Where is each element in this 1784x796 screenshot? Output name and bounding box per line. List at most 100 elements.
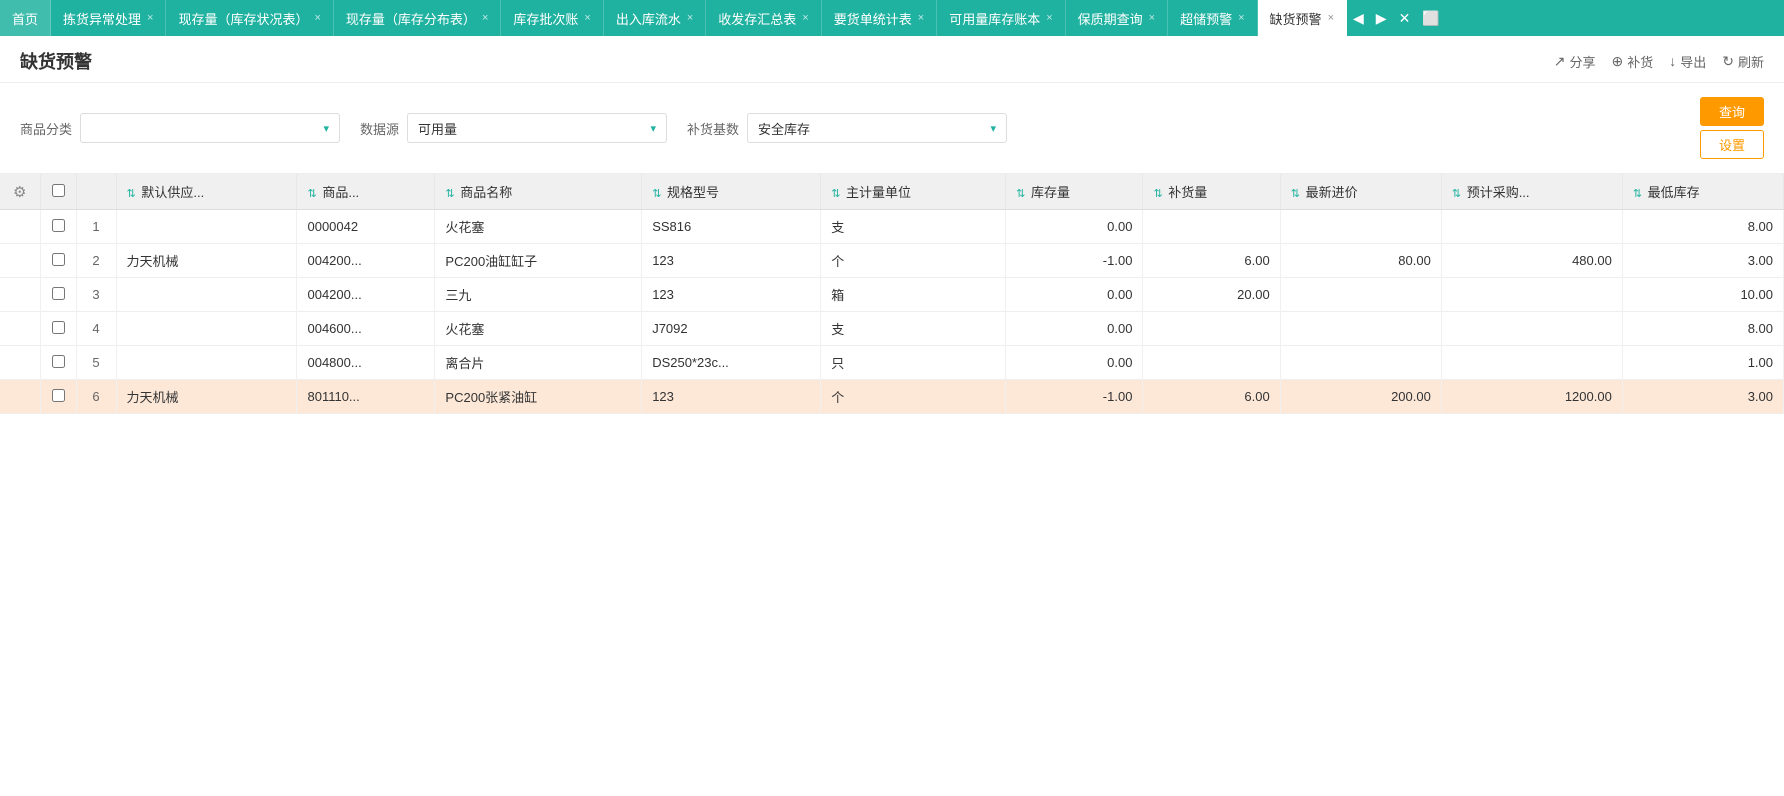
row-product-name-1: PC200油缸缸子 xyxy=(435,244,642,278)
tab-close-receipt[interactable]: × xyxy=(802,12,808,24)
tab-batch-account[interactable]: 库存批次账 × xyxy=(501,0,603,36)
row-checkbox-cell-4[interactable] xyxy=(40,346,76,380)
tab-close-available-ledger[interactable]: × xyxy=(1046,12,1052,24)
datasource-select[interactable]: 可用量 ▾ xyxy=(407,113,667,143)
tab-next-btn[interactable]: ▶ xyxy=(1370,0,1393,36)
row-gear-2 xyxy=(0,278,40,312)
category-label: 商品分类 xyxy=(20,119,72,138)
data-table: ⚙ ⇅ 默认供应... ⇅ 商品... ⇅ xyxy=(0,174,1784,414)
row-est-purchase-0 xyxy=(1441,210,1622,244)
row-min-inventory-1: 3.00 xyxy=(1622,244,1783,278)
tab-close-batch-account[interactable]: × xyxy=(584,12,590,24)
tab-close-flow[interactable]: × xyxy=(687,12,693,24)
row-min-inventory-3: 8.00 xyxy=(1622,312,1783,346)
th-replenish[interactable]: ⇅ 补货量 xyxy=(1143,174,1280,210)
tab-abnormal[interactable]: 拣货异常处理 × xyxy=(51,0,166,36)
row-checkbox-cell-0[interactable] xyxy=(40,210,76,244)
th-spec[interactable]: ⇅ 规格型号 xyxy=(642,174,821,210)
row-product-name-0: 火花塞 xyxy=(435,210,642,244)
tab-close-expiry[interactable]: × xyxy=(1149,12,1155,24)
tab-inventory-status[interactable]: 现存量（库存状况表） × xyxy=(166,0,333,36)
tab-inventory-dist[interactable]: 现存量（库存分布表） × xyxy=(334,0,501,36)
export-button[interactable]: ↓ 导出 xyxy=(1669,52,1706,71)
th-product-name[interactable]: ⇅ 商品名称 xyxy=(435,174,642,210)
row-spec-4: DS250*23c... xyxy=(642,346,821,380)
main-content: 缺货预警 ↗ 分享 ⊕ 补货 ↓ 导出 ↻ 刷新 商品分类 xyxy=(0,36,1784,796)
tab-flow[interactable]: 出入库流水 × xyxy=(604,0,706,36)
th-latest-price[interactable]: ⇅ 最新进价 xyxy=(1280,174,1441,210)
tab-close-overstock[interactable]: × xyxy=(1238,12,1244,24)
sort-icon-spec: ⇅ xyxy=(652,188,661,200)
tab-close-inventory-status[interactable]: × xyxy=(314,12,320,24)
tab-close-all-btn[interactable]: ✕ xyxy=(1393,0,1417,36)
row-min-inventory-2: 10.00 xyxy=(1622,278,1783,312)
row-product-code-4: 004800... xyxy=(297,346,435,380)
row-unit-4: 只 xyxy=(821,346,1006,380)
tab-close-shortage[interactable]: × xyxy=(1328,12,1334,24)
tab-order-stats[interactable]: 要货单统计表 × xyxy=(822,0,937,36)
tab-overstock[interactable]: 超储预警 × xyxy=(1168,0,1257,36)
table-row: 5 004800... 离合片 DS250*23c... 只 0.00 1.00 xyxy=(0,346,1784,380)
query-button[interactable]: 查询 xyxy=(1700,97,1764,126)
row-checkbox-cell-3[interactable] xyxy=(40,312,76,346)
replenish-icon: ⊕ xyxy=(1611,53,1623,70)
row-unit-0: 支 xyxy=(821,210,1006,244)
replenish-basis-chevron-icon: ▾ xyxy=(991,122,997,135)
row-product-code-3: 004600... xyxy=(297,312,435,346)
table-header-row: ⚙ ⇅ 默认供应... ⇅ 商品... ⇅ xyxy=(0,174,1784,210)
row-product-code-0: 0000042 xyxy=(297,210,435,244)
settings-button[interactable]: 设置 xyxy=(1700,130,1764,159)
th-product-code[interactable]: ⇅ 商品... xyxy=(297,174,435,210)
row-product-name-4: 离合片 xyxy=(435,346,642,380)
th-unit[interactable]: ⇅ 主计量单位 xyxy=(821,174,1006,210)
tab-bar: 首页 拣货异常处理 × 现存量（库存状况表） × 现存量（库存分布表） × 库存… xyxy=(0,0,1784,36)
row-checkbox-cell-2[interactable] xyxy=(40,278,76,312)
row-checkbox-cell-5[interactable] xyxy=(40,380,76,414)
tab-restore-btn[interactable]: ⬜ xyxy=(1416,0,1445,36)
table-row: 3 004200... 三九 123 箱 0.00 20.00 10.00 xyxy=(0,278,1784,312)
row-inventory-4: 0.00 xyxy=(1006,346,1143,380)
share-button[interactable]: ↗ 分享 xyxy=(1554,52,1596,71)
sort-icon-replenish: ⇅ xyxy=(1153,188,1162,200)
category-filter-group: 商品分类 ▾ xyxy=(20,113,340,143)
row-latest-price-0 xyxy=(1280,210,1441,244)
row-spec-1: 123 xyxy=(642,244,821,278)
replenish-basis-select[interactable]: 安全库存 ▾ xyxy=(747,113,1007,143)
row-latest-price-4 xyxy=(1280,346,1441,380)
th-gear[interactable]: ⚙ xyxy=(0,174,40,210)
tab-expiry[interactable]: 保质期查询 × xyxy=(1066,0,1168,36)
tab-home[interactable]: 首页 xyxy=(0,0,51,36)
refresh-button[interactable]: ↻ 刷新 xyxy=(1722,52,1764,71)
page-title: 缺货预警 xyxy=(20,48,92,74)
tab-available-ledger[interactable]: 可用量库存账本 × xyxy=(937,0,1065,36)
export-icon: ↓ xyxy=(1669,53,1676,69)
tab-close-abnormal[interactable]: × xyxy=(147,12,153,24)
share-icon: ↗ xyxy=(1554,53,1566,70)
th-est-purchase[interactable]: ⇅ 预计采购... xyxy=(1441,174,1622,210)
row-latest-price-3 xyxy=(1280,312,1441,346)
tab-shortage[interactable]: 缺货预警 × xyxy=(1258,0,1347,36)
sort-icon-supplier: ⇅ xyxy=(127,188,136,200)
row-checkbox-1[interactable] xyxy=(52,253,65,266)
row-inventory-3: 0.00 xyxy=(1006,312,1143,346)
row-checkbox-4[interactable] xyxy=(52,355,65,368)
settings-gear-icon[interactable]: ⚙ xyxy=(13,184,26,201)
row-checkbox-2[interactable] xyxy=(52,287,65,300)
th-inventory[interactable]: ⇅ 库存量 xyxy=(1006,174,1143,210)
row-checkbox-cell-1[interactable] xyxy=(40,244,76,278)
th-min-inventory[interactable]: ⇅ 最低库存 xyxy=(1622,174,1783,210)
tab-prev-btn[interactable]: ◀ xyxy=(1347,0,1370,36)
tab-close-order-stats[interactable]: × xyxy=(918,12,924,24)
row-checkbox-0[interactable] xyxy=(52,219,65,232)
row-replenish-3 xyxy=(1143,312,1280,346)
category-select[interactable]: ▾ xyxy=(80,113,340,143)
row-checkbox-3[interactable] xyxy=(52,321,65,334)
tab-close-inventory-dist[interactable]: × xyxy=(482,12,488,24)
row-checkbox-5[interactable] xyxy=(52,389,65,402)
tab-receipt[interactable]: 收发存汇总表 × xyxy=(706,0,821,36)
th-supplier[interactable]: ⇅ 默认供应... xyxy=(116,174,297,210)
replenish-button[interactable]: ⊕ 补货 xyxy=(1611,52,1653,71)
datasource-label: 数据源 xyxy=(360,119,399,138)
select-all-checkbox[interactable] xyxy=(52,184,65,197)
row-unit-1: 个 xyxy=(821,244,1006,278)
